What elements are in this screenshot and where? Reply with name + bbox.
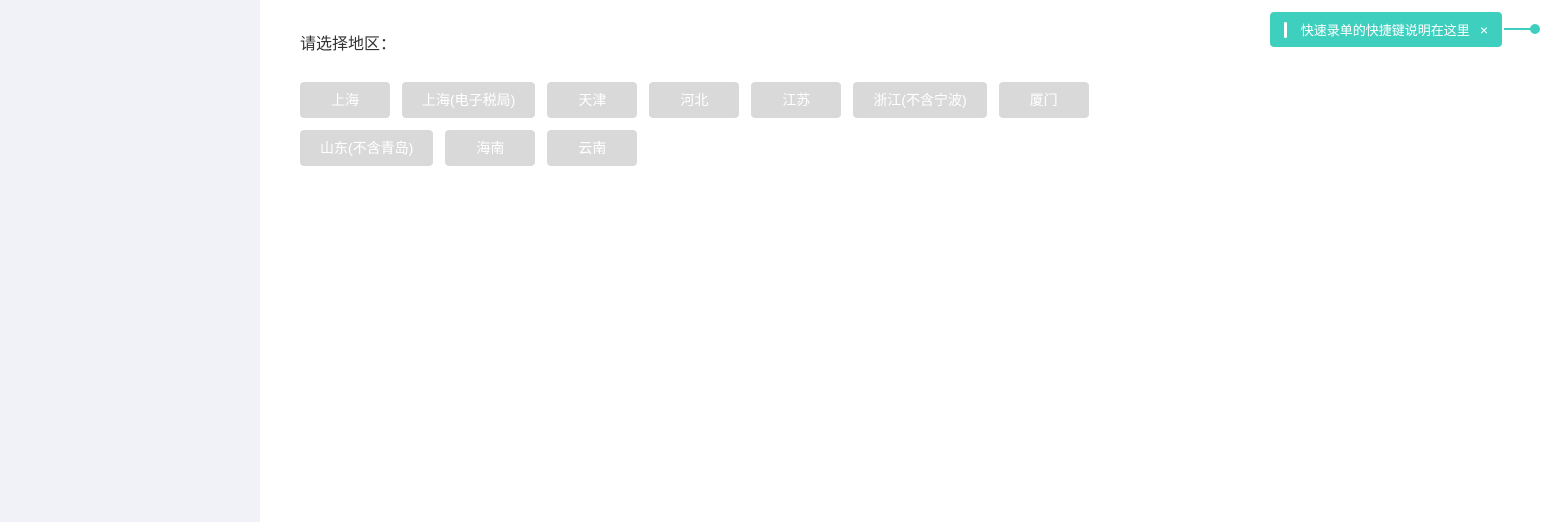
region-buttons-row-2: 山东(不含青岛) 海南云南 <box>300 130 1522 166</box>
region-button-shanghai-etax[interactable]: 上海(电子税局) <box>402 82 535 118</box>
tooltip-line <box>1504 28 1532 30</box>
region-button-yunnan[interactable]: 云南 <box>547 130 637 166</box>
sidebar <box>0 0 260 522</box>
region-button-shandong[interactable]: 山东(不含青岛) <box>300 130 433 166</box>
region-buttons-row-1: 上海上海(电子税局) 天津河北江苏浙江(不含宁波) 厦门 <box>300 82 1522 118</box>
region-button-xiamen[interactable]: 厦门 <box>999 82 1089 118</box>
region-button-jiangsu[interactable]: 江苏 <box>751 82 841 118</box>
tooltip-text: 快速录单的快捷键说明在这里 <box>1301 20 1470 39</box>
region-button-tianjin[interactable]: 天津 <box>547 82 637 118</box>
tooltip-dot <box>1530 24 1540 34</box>
main-content: 请选择地区： 上海上海(电子税局)天津河北江苏浙江(不含宁波)厦门 山东(不含青… <box>260 0 1562 522</box>
region-button-hebei[interactable]: 河北 <box>649 82 739 118</box>
region-button-shanghai[interactable]: 上海 <box>300 82 390 118</box>
region-button-hainan[interactable]: 海南 <box>445 130 535 166</box>
tooltip-banner: 快速录单的快捷键说明在这里 × <box>1270 12 1502 47</box>
region-button-zhejiang[interactable]: 浙江(不含宁波) <box>853 82 986 118</box>
tooltip-close-button[interactable]: × <box>1480 22 1488 38</box>
